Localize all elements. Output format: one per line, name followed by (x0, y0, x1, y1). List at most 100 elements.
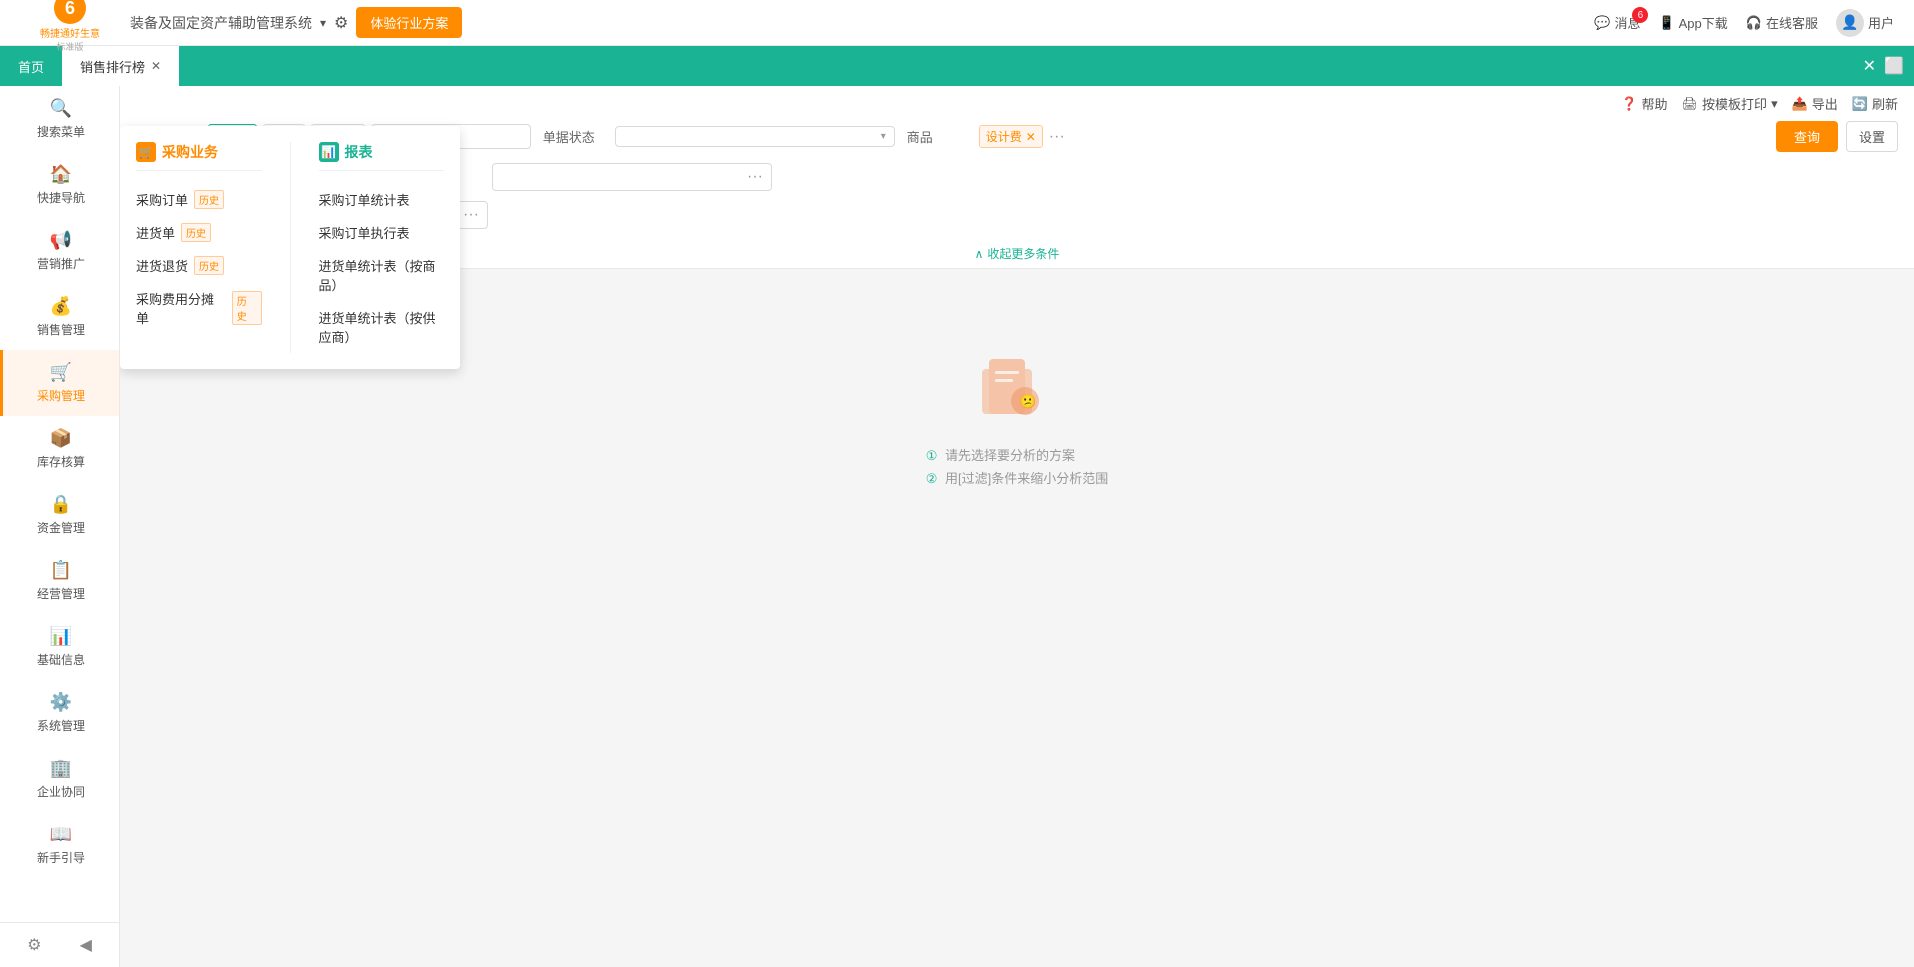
header-right: 💬 消息 6 📱 App下载 🎧 在线客服 👤 用户 (1594, 9, 1894, 37)
refresh-icon: 🔄 (1852, 96, 1868, 112)
online-service-btn[interactable]: 🎧 在线客服 (1746, 13, 1818, 32)
sidebar-label-sales: 销售管理 (37, 321, 85, 338)
dropdown-goods-receipt[interactable]: 进货单 历史 (136, 216, 262, 249)
logo-area: 6 畅捷通好生意 标准版 (10, 0, 130, 53)
dropdown-purchase-order-exec[interactable]: 采购订单执行表 (319, 216, 445, 249)
system-name-text: 装备及固定资产辅助管理系统 (130, 13, 312, 33)
help-label: 帮助 (1642, 94, 1668, 113)
report-col-title-text: 报表 (345, 142, 373, 162)
export-btn[interactable]: 📤 导出 (1792, 94, 1838, 113)
print-dropdown-icon[interactable]: ▾ (1771, 96, 1778, 112)
tab-bar: 首页 销售排行榜 ✕ ✕ ⬜ (0, 46, 1914, 86)
empty-icon: 😕 (967, 349, 1067, 429)
marketing-icon: 📢 (50, 230, 72, 251)
sidebar-item-basic-info[interactable]: 📊 基础信息 (0, 614, 119, 680)
sidebar-collapse-btn[interactable]: ◀ (80, 935, 92, 955)
refresh-btn[interactable]: 🔄 刷新 (1852, 94, 1898, 113)
sidebar-item-inventory[interactable]: 📦 库存核算 (0, 416, 119, 482)
main-layout: 🔍 搜索菜单 🏠 快捷导航 📢 营销推广 💰 销售管理 🛒 采购管理 📦 库存核… (0, 86, 1914, 967)
sidebar-item-search[interactable]: 🔍 搜索菜单 (0, 86, 119, 152)
print-label: 按模板打印 (1702, 94, 1767, 113)
sidebar-item-operations[interactable]: 📋 经营管理 (0, 548, 119, 614)
query-btn[interactable]: 查询 (1776, 121, 1838, 152)
export-label: 导出 (1812, 94, 1838, 113)
dropdown-goods-stat-by-goods[interactable]: 进货单统计表（按商品） (319, 249, 445, 301)
app-download-btn[interactable]: 📱 App下载 (1658, 13, 1727, 32)
hint1-bullet: ① (926, 448, 938, 463)
tab-close-window-btn[interactable]: ✕ (1863, 56, 1876, 76)
system-dropdown-arrow[interactable]: ▾ (320, 16, 326, 30)
tab-bar-right: ✕ ⬜ (1863, 56, 1914, 76)
empty-hint-2: ② 用[过滤]条件来缩小分析范围 (926, 468, 1109, 487)
user-btn[interactable]: 👤 用户 (1836, 9, 1894, 37)
phone-icon: 📱 (1658, 15, 1674, 31)
svg-text:😕: 😕 (1019, 393, 1036, 409)
online-service-label: 在线客服 (1766, 13, 1818, 32)
dropdown-columns: 🛒 采购业务 采购订单 历史 进货单 历史 进货退货 历史 (136, 142, 444, 353)
tab-maximize-btn[interactable]: ⬜ (1884, 56, 1904, 76)
sidebar-label-marketing: 营销推广 (37, 255, 85, 272)
messages-badge: 6 (1632, 7, 1648, 23)
inventory-icon: 📦 (50, 428, 72, 449)
sidebar-item-sales[interactable]: 💰 销售管理 (0, 284, 119, 350)
dropdown-goods-stat-by-supplier[interactable]: 进货单统计表（按供应商） (319, 301, 445, 353)
avatar: 👤 (1836, 9, 1864, 37)
purchase-col-title-text: 采购业务 (162, 142, 218, 162)
purchase-dropdown-menu: 🛒 采购业务 采购订单 历史 进货单 历史 进货退货 历史 (120, 126, 460, 369)
filter-toolbar: ❓ 帮助 🖨 按模板打印 ▾ 📤 导出 🔄 刷新 (136, 94, 1898, 113)
dropdown-purchase-order-stat[interactable]: 采购订单统计表 (319, 183, 445, 216)
sidebar-label-quick-nav: 快捷导航 (37, 189, 85, 206)
doc-status-label: 单据状态 (543, 127, 603, 146)
export-icon: 📤 (1792, 96, 1808, 112)
sidebar-label-search: 搜索菜单 (37, 123, 85, 140)
purchase-order-stat-label: 采购订单统计表 (319, 190, 410, 209)
goods-ellipsis-btn[interactable]: ··· (1049, 128, 1065, 146)
sidebar: 🔍 搜索菜单 🏠 快捷导航 📢 营销推广 💰 销售管理 🛒 采购管理 📦 库存核… (0, 86, 120, 967)
sidebar-item-marketing[interactable]: 📢 营销推广 (0, 218, 119, 284)
dropdown-goods-return[interactable]: 进货退货 历史 (136, 249, 262, 282)
dropdown-purchase-expense[interactable]: 采购费用分摊单 历史 (136, 282, 262, 334)
messages-btn[interactable]: 💬 消息 6 (1594, 13, 1640, 32)
history-badge-1: 历史 (194, 190, 224, 209)
app-download-label: App下载 (1679, 13, 1728, 32)
settings-btn[interactable]: 设置 (1846, 121, 1898, 152)
sidebar-item-system[interactable]: ⚙️ 系统管理 (0, 680, 119, 746)
customer-ellipsis[interactable]: ··· (463, 206, 479, 224)
doc-status-select[interactable]: ▾ (615, 126, 895, 147)
goods-tag: 设计费 ✕ (979, 125, 1043, 148)
goods-label: 商品 (907, 127, 967, 146)
sidebar-item-quick-nav[interactable]: 🏠 快捷导航 (0, 152, 119, 218)
salesperson-select[interactable]: ··· (492, 163, 772, 191)
history-badge-3: 历史 (194, 256, 224, 275)
goods-filter-area: 设计费 ✕ ··· (979, 125, 1065, 148)
sidebar-footer: ⚙ ◀ (0, 922, 119, 967)
sidebar-label-enterprise: 企业协同 (37, 783, 85, 800)
sidebar-item-purchase[interactable]: 🛒 采购管理 (0, 350, 119, 416)
tab-close-icon[interactable]: ✕ (151, 59, 161, 73)
sidebar-label-inventory: 库存核算 (37, 453, 85, 470)
goods-stat-by-supplier-label: 进货单统计表（按供应商） (319, 308, 445, 346)
sales-icon: 💰 (50, 296, 72, 317)
goods-tag-close[interactable]: ✕ (1026, 130, 1036, 144)
gear-icon[interactable]: ⚙ (334, 13, 348, 33)
salesperson-ellipsis[interactable]: ··· (747, 168, 763, 186)
dropdown-purchase-order[interactable]: 采购订单 历史 (136, 183, 262, 216)
sidebar-item-capital[interactable]: 🔒 资金管理 (0, 482, 119, 548)
sidebar-item-newbie[interactable]: 📖 新手引导 (0, 812, 119, 878)
print-btn[interactable]: 🖨 按模板打印 ▾ (1682, 94, 1778, 113)
empty-hint2-text: 用[过滤]条件来缩小分析范围 (945, 471, 1108, 486)
sidebar-item-enterprise[interactable]: 🏢 企业协同 (0, 746, 119, 812)
goods-receipt-label: 进货单 (136, 223, 175, 242)
sidebar-settings-btn[interactable]: ⚙ (27, 935, 41, 955)
purchase-order-exec-label: 采购订单执行表 (319, 223, 410, 242)
industry-btn[interactable]: 体验行业方案 (356, 7, 462, 38)
report-col-icon: 📊 (319, 142, 339, 162)
help-btn[interactable]: ❓ 帮助 (1621, 94, 1667, 113)
goods-stat-by-goods-label: 进货单统计表（按商品） (319, 256, 445, 294)
purchase-icon: 🛒 (50, 362, 72, 383)
hint2-bullet: ② (926, 471, 938, 486)
report-col-title: 📊 报表 (319, 142, 445, 171)
goods-tag-text: 设计费 (986, 128, 1022, 145)
print-icon: 🖨 (1682, 96, 1699, 112)
newbie-icon: 📖 (50, 824, 72, 845)
